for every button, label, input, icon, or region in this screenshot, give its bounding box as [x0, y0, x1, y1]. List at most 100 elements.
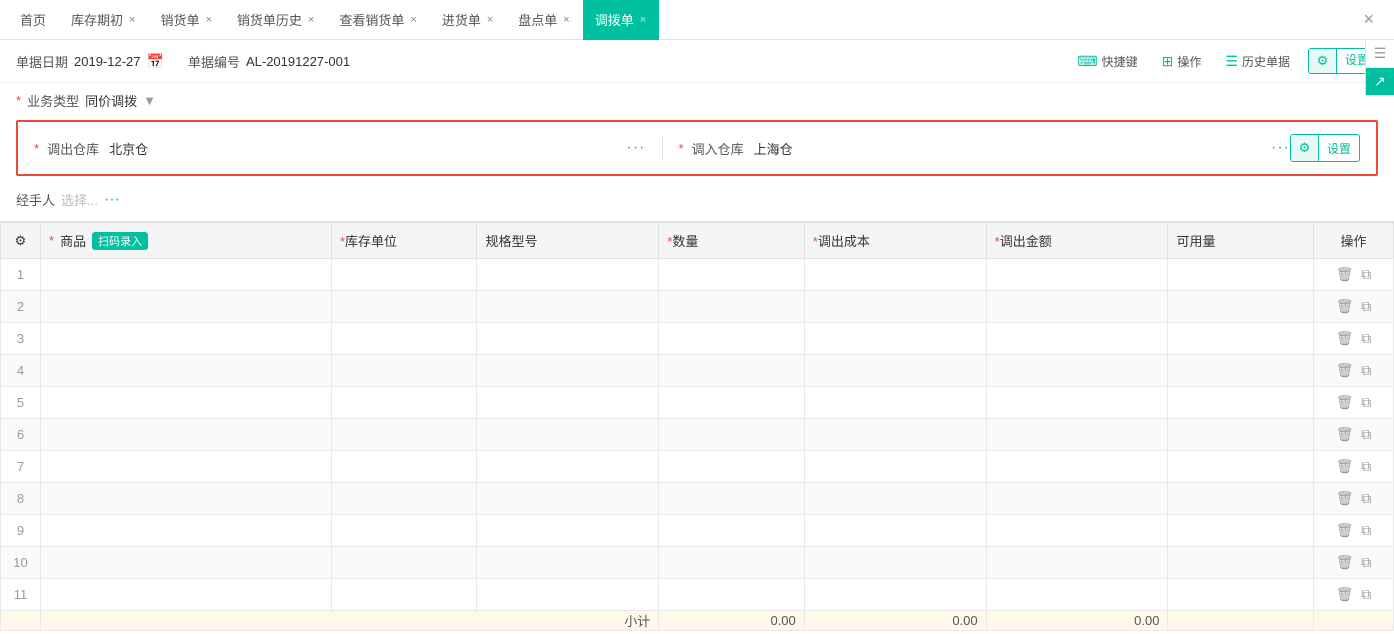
close-tab-sales-history[interactable]: × [308, 14, 314, 26]
delete-row-6-button[interactable]: 🗑 [1336, 426, 1354, 442]
table-gear-icon[interactable]: ⚙ [15, 233, 27, 248]
warehouse-settings-icon-btn[interactable]: ⚙ [1291, 135, 1319, 161]
row-available-9[interactable] [1168, 515, 1314, 547]
gear-column-header[interactable]: ⚙ [1, 223, 41, 259]
history-button[interactable]: ☰ 历史单据 [1219, 51, 1296, 72]
row-spec-10[interactable] [477, 547, 659, 579]
row-unit-5[interactable] [331, 387, 476, 419]
tab-stocktake[interactable]: 盘点单 × [506, 0, 582, 40]
row-amount-11[interactable] [986, 579, 1168, 611]
row-cost-1[interactable] [804, 259, 986, 291]
row-available-11[interactable] [1168, 579, 1314, 611]
row-cost-2[interactable] [804, 291, 986, 323]
row-amount-8[interactable] [986, 483, 1168, 515]
row-unit-9[interactable] [331, 515, 476, 547]
row-available-7[interactable] [1168, 451, 1314, 483]
row-spec-5[interactable] [477, 387, 659, 419]
row-spec-8[interactable] [477, 483, 659, 515]
row-product-6[interactable] [41, 419, 332, 451]
row-available-2[interactable] [1168, 291, 1314, 323]
row-unit-7[interactable] [331, 451, 476, 483]
row-amount-10[interactable] [986, 547, 1168, 579]
sidebar-list-icon[interactable]: ☰ [1366, 40, 1394, 68]
row-unit-8[interactable] [331, 483, 476, 515]
operations-button[interactable]: ⊞ 操作 [1156, 51, 1208, 72]
row-cost-7[interactable] [804, 451, 986, 483]
warehouse-out-more-button[interactable]: ··· [627, 139, 646, 157]
row-spec-11[interactable] [477, 579, 659, 611]
row-qty-6[interactable] [659, 419, 804, 451]
row-product-9[interactable] [41, 515, 332, 547]
delete-row-8-button[interactable]: 🗑 [1336, 490, 1354, 506]
delete-row-3-button[interactable]: 🗑 [1336, 330, 1354, 346]
delete-row-9-button[interactable]: 🗑 [1336, 522, 1354, 538]
row-unit-4[interactable] [331, 355, 476, 387]
row-available-5[interactable] [1168, 387, 1314, 419]
copy-row-7-button[interactable]: ⧉ [1361, 458, 1371, 474]
copy-row-9-button[interactable]: ⧉ [1361, 522, 1371, 538]
row-cost-8[interactable] [804, 483, 986, 515]
row-qty-10[interactable] [659, 547, 804, 579]
row-amount-5[interactable] [986, 387, 1168, 419]
tab-inventory-init[interactable]: 库存期初 × [59, 0, 148, 40]
business-dropdown-arrow[interactable]: ▼ [143, 93, 156, 108]
row-cost-10[interactable] [804, 547, 986, 579]
row-cost-4[interactable] [804, 355, 986, 387]
row-product-11[interactable] [41, 579, 332, 611]
delete-row-4-button[interactable]: 🗑 [1336, 362, 1354, 378]
delete-row-7-button[interactable]: 🗑 [1336, 458, 1354, 474]
row-available-4[interactable] [1168, 355, 1314, 387]
delete-row-1-button[interactable]: 🗑 [1336, 266, 1354, 282]
tab-sales-order[interactable]: 销货单 × [148, 0, 224, 40]
row-unit-6[interactable] [331, 419, 476, 451]
row-cost-6[interactable] [804, 419, 986, 451]
row-qty-4[interactable] [659, 355, 804, 387]
row-available-1[interactable] [1168, 259, 1314, 291]
shortcut-button[interactable]: ⌨ 快捷键 [1071, 51, 1143, 72]
close-tab-view-sales[interactable]: × [410, 14, 416, 26]
row-available-6[interactable] [1168, 419, 1314, 451]
tab-view-sales[interactable]: 查看销货单 × [327, 0, 429, 40]
row-qty-5[interactable] [659, 387, 804, 419]
handler-select[interactable]: 选择... [61, 190, 98, 209]
copy-row-4-button[interactable]: ⧉ [1361, 362, 1371, 378]
row-amount-6[interactable] [986, 419, 1168, 451]
row-cost-3[interactable] [804, 323, 986, 355]
row-cost-11[interactable] [804, 579, 986, 611]
scan-entry-button[interactable]: 扫码录入 [92, 232, 148, 250]
row-unit-10[interactable] [331, 547, 476, 579]
delete-row-11-button[interactable]: 🗑 [1336, 586, 1354, 602]
row-qty-1[interactable] [659, 259, 804, 291]
row-qty-8[interactable] [659, 483, 804, 515]
warehouse-in-more-button[interactable]: ··· [1271, 139, 1290, 157]
close-window-button[interactable]: × [1351, 9, 1386, 30]
business-value[interactable]: 同价调拨 [85, 91, 137, 110]
row-unit-11[interactable] [331, 579, 476, 611]
row-product-10[interactable] [41, 547, 332, 579]
row-product-7[interactable] [41, 451, 332, 483]
delete-row-2-button[interactable]: 🗑 [1336, 298, 1354, 314]
close-tab-transfer[interactable]: × [640, 14, 646, 26]
row-spec-2[interactable] [477, 291, 659, 323]
row-amount-4[interactable] [986, 355, 1168, 387]
row-amount-3[interactable] [986, 323, 1168, 355]
row-available-8[interactable] [1168, 483, 1314, 515]
row-unit-3[interactable] [331, 323, 476, 355]
row-qty-2[interactable] [659, 291, 804, 323]
row-spec-4[interactable] [477, 355, 659, 387]
row-qty-7[interactable] [659, 451, 804, 483]
row-spec-9[interactable] [477, 515, 659, 547]
row-spec-3[interactable] [477, 323, 659, 355]
row-spec-7[interactable] [477, 451, 659, 483]
copy-row-11-button[interactable]: ⧉ [1361, 586, 1371, 602]
row-product-3[interactable] [41, 323, 332, 355]
tab-purchase-order[interactable]: 进货单 × [430, 0, 506, 40]
tab-home[interactable]: 首页 [8, 0, 59, 40]
tab-sales-history[interactable]: 销货单历史 × [225, 0, 327, 40]
row-product-8[interactable] [41, 483, 332, 515]
warehouse-out-value[interactable]: 北京仓 [109, 139, 148, 158]
settings-icon-btn[interactable]: ⚙ [1309, 49, 1337, 73]
close-tab-purchase-order[interactable]: × [487, 14, 493, 26]
close-tab-stocktake[interactable]: × [563, 14, 569, 26]
warehouse-in-value[interactable]: 上海仓 [754, 139, 793, 158]
